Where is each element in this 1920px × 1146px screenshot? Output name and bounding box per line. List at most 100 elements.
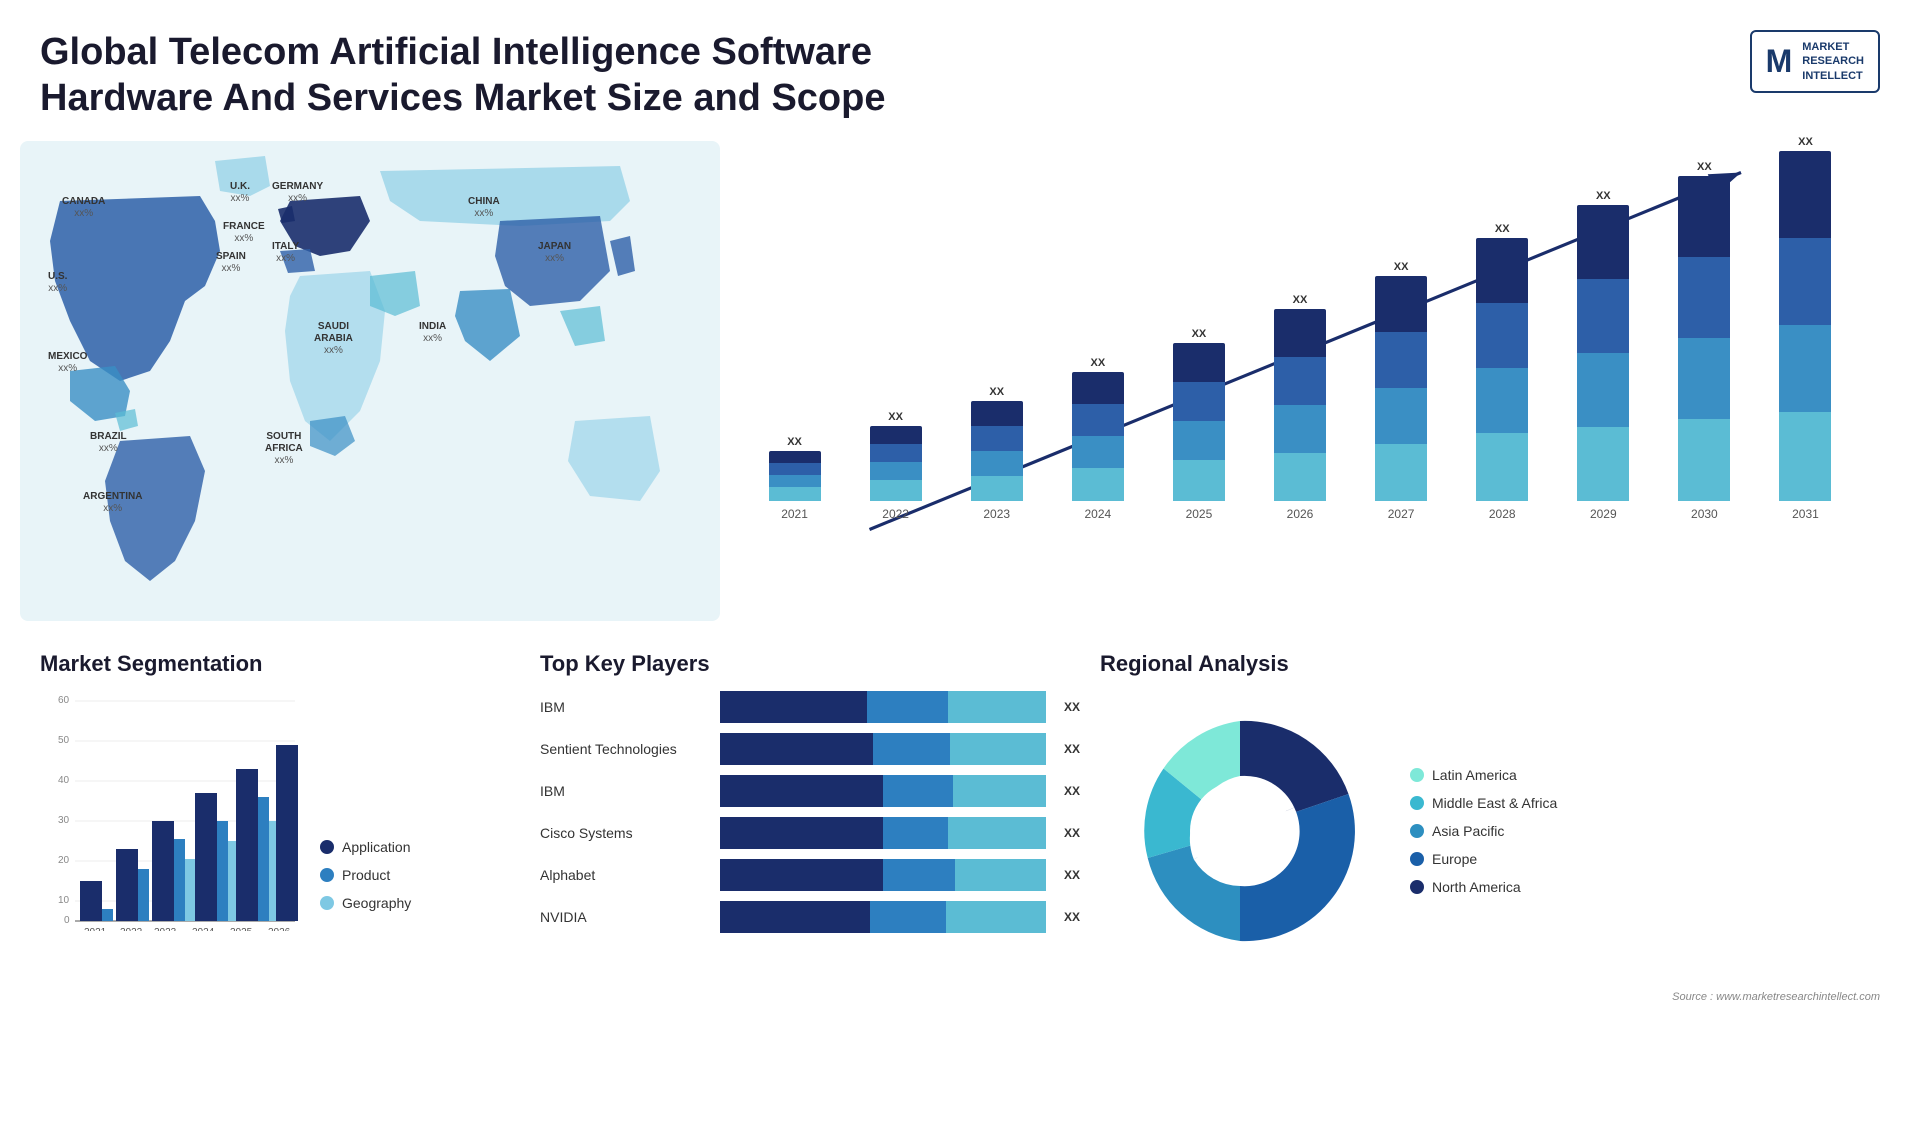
bar-segment-0 <box>1678 176 1730 257</box>
player-bar-3 <box>720 817 1046 849</box>
bar-segment-0 <box>1577 205 1629 279</box>
bar-segment-2 <box>870 462 922 480</box>
bar-segment-0 <box>1274 309 1326 357</box>
legend-europe: Europe <box>1410 851 1557 867</box>
bar-segment-1 <box>1274 357 1326 405</box>
player-bar-seg-2 <box>953 775 1046 807</box>
map-label-argentina: ARGENTINAxx% <box>83 491 142 515</box>
svg-text:0: 0 <box>64 915 70 926</box>
bar-segment-0 <box>971 401 1023 426</box>
bar-group-2025: XX2025 <box>1154 328 1243 521</box>
bar-segment-0 <box>769 451 821 463</box>
bar-segment-2 <box>1173 421 1225 460</box>
map-label-us: U.S.xx% <box>48 271 67 295</box>
key-players-title: Top Key Players <box>540 651 1080 677</box>
svg-text:2022: 2022 <box>120 927 143 931</box>
segmentation-title: Market Segmentation <box>40 651 520 677</box>
bar-segment-2 <box>971 451 1023 476</box>
bar-segment-2 <box>1072 436 1124 468</box>
player-bar-seg-2 <box>948 817 1046 849</box>
bar-segment-1 <box>1072 404 1124 436</box>
player-bar-seg-2 <box>955 859 1046 891</box>
bar-segment-3 <box>1274 453 1326 501</box>
svg-text:2023: 2023 <box>154 927 177 931</box>
bar-group-2028: XX2028 <box>1458 223 1547 521</box>
bar-segment-0 <box>1173 343 1225 382</box>
legend-mea: Middle East & Africa <box>1410 795 1557 811</box>
bars-row: XX2021XX2022XX2023XX2024XX2025XX2026XX20… <box>740 141 1860 521</box>
bar-segment-1 <box>971 426 1023 451</box>
legend-dot-latin-america <box>1410 768 1424 782</box>
key-players-section: Top Key Players IBMXXSentient Technologi… <box>540 651 1080 971</box>
map-label-mexico: MEXICOxx% <box>48 351 87 375</box>
donut-svg <box>1100 691 1380 971</box>
donut-chart <box>1100 691 1380 971</box>
legend-dot-geography <box>320 896 334 910</box>
player-bar-seg-0 <box>720 859 883 891</box>
map-label-japan: JAPANxx% <box>538 241 571 265</box>
map-label-uk: U.K.xx% <box>230 181 250 205</box>
bar-segment-3 <box>1476 433 1528 501</box>
player-bar-2 <box>720 775 1046 807</box>
legend-dot-europe <box>1410 852 1424 866</box>
svg-text:40: 40 <box>58 775 70 786</box>
player-bar-seg-1 <box>873 733 950 765</box>
legend-product: Product <box>320 867 411 883</box>
player-bar-seg-0 <box>720 817 883 849</box>
bar-group-2022: XX2022 <box>851 411 940 521</box>
logo-letter: M <box>1766 43 1793 80</box>
svg-text:30: 30 <box>58 815 70 826</box>
logo-box: M MARKET RESEARCH INTELLECT <box>1750 30 1880 93</box>
map-label-germany: GERMANYxx% <box>272 181 323 205</box>
bar-segment-2 <box>1375 388 1427 444</box>
svg-text:60: 60 <box>58 695 70 706</box>
map-label-india: INDIAxx% <box>419 321 446 345</box>
svg-text:50: 50 <box>58 735 70 746</box>
bar-segment-3 <box>1375 444 1427 501</box>
bar-segment-1 <box>1577 279 1629 353</box>
player-bar-seg-2 <box>950 733 1046 765</box>
bar-segment-3 <box>870 480 922 501</box>
bar-group-2029: XX2029 <box>1559 190 1648 521</box>
map-label-south-africa: SOUTHAFRICAxx% <box>265 431 303 467</box>
map-label-france: FRANCExx% <box>223 221 265 245</box>
bar-segment-1 <box>1375 332 1427 388</box>
svg-text:2025: 2025 <box>230 927 253 931</box>
player-bar-seg-0 <box>720 775 883 807</box>
top-section: CANADAxx% U.S.xx% MEXICOxx% BRAZILxx% AR… <box>0 131 1920 631</box>
bar-chart-area: XX2021XX2022XX2023XX2024XX2025XX2026XX20… <box>740 141 1860 561</box>
svg-text:2021: 2021 <box>84 927 107 931</box>
bottom-section: Market Segmentation 60 50 40 30 20 10 0 <box>0 631 1920 991</box>
bar-segment-1 <box>1476 303 1528 368</box>
svg-text:20: 20 <box>58 855 70 866</box>
bar-segment-2 <box>1577 353 1629 427</box>
player-bar-seg-0 <box>720 901 870 933</box>
legend-latin-america: Latin America <box>1410 767 1557 783</box>
player-bar-seg-0 <box>720 733 873 765</box>
player-bar-1 <box>720 733 1046 765</box>
svg-text:10: 10 <box>58 895 70 906</box>
header: Global Telecom Artificial Intelligence S… <box>0 0 1920 131</box>
regional-content: Latin America Middle East & Africa Asia … <box>1100 691 1880 971</box>
player-row-3: Cisco SystemsXX <box>540 817 1080 849</box>
map-label-brazil: BRAZILxx% <box>90 431 127 455</box>
legend-dot-asia-pacific <box>1410 824 1424 838</box>
segmentation-chart: 60 50 40 30 20 10 0 <box>40 691 300 931</box>
bar-segment-2 <box>1779 325 1831 412</box>
bar-segment-1 <box>1173 382 1225 421</box>
seg-legend: Application Product Geography <box>320 839 411 931</box>
player-bar-seg-2 <box>948 691 1046 723</box>
bar-segment-2 <box>1678 338 1730 419</box>
bar-segment-3 <box>1779 412 1831 501</box>
player-row-5: NVIDIAXX <box>540 901 1080 933</box>
bar-segment-3 <box>971 476 1023 501</box>
bar-segment-0 <box>1779 151 1831 238</box>
legend-dot-mea <box>1410 796 1424 810</box>
regional-title: Regional Analysis <box>1100 651 1880 677</box>
bar-segment-3 <box>1072 468 1124 501</box>
logo-text: MARKET RESEARCH INTELLECT <box>1802 40 1864 83</box>
regional-legend: Latin America Middle East & Africa Asia … <box>1410 767 1557 895</box>
bar-group-2023: XX2023 <box>952 386 1041 521</box>
map-label-spain: SPAINxx% <box>216 251 246 275</box>
bar-segment-1 <box>870 444 922 462</box>
